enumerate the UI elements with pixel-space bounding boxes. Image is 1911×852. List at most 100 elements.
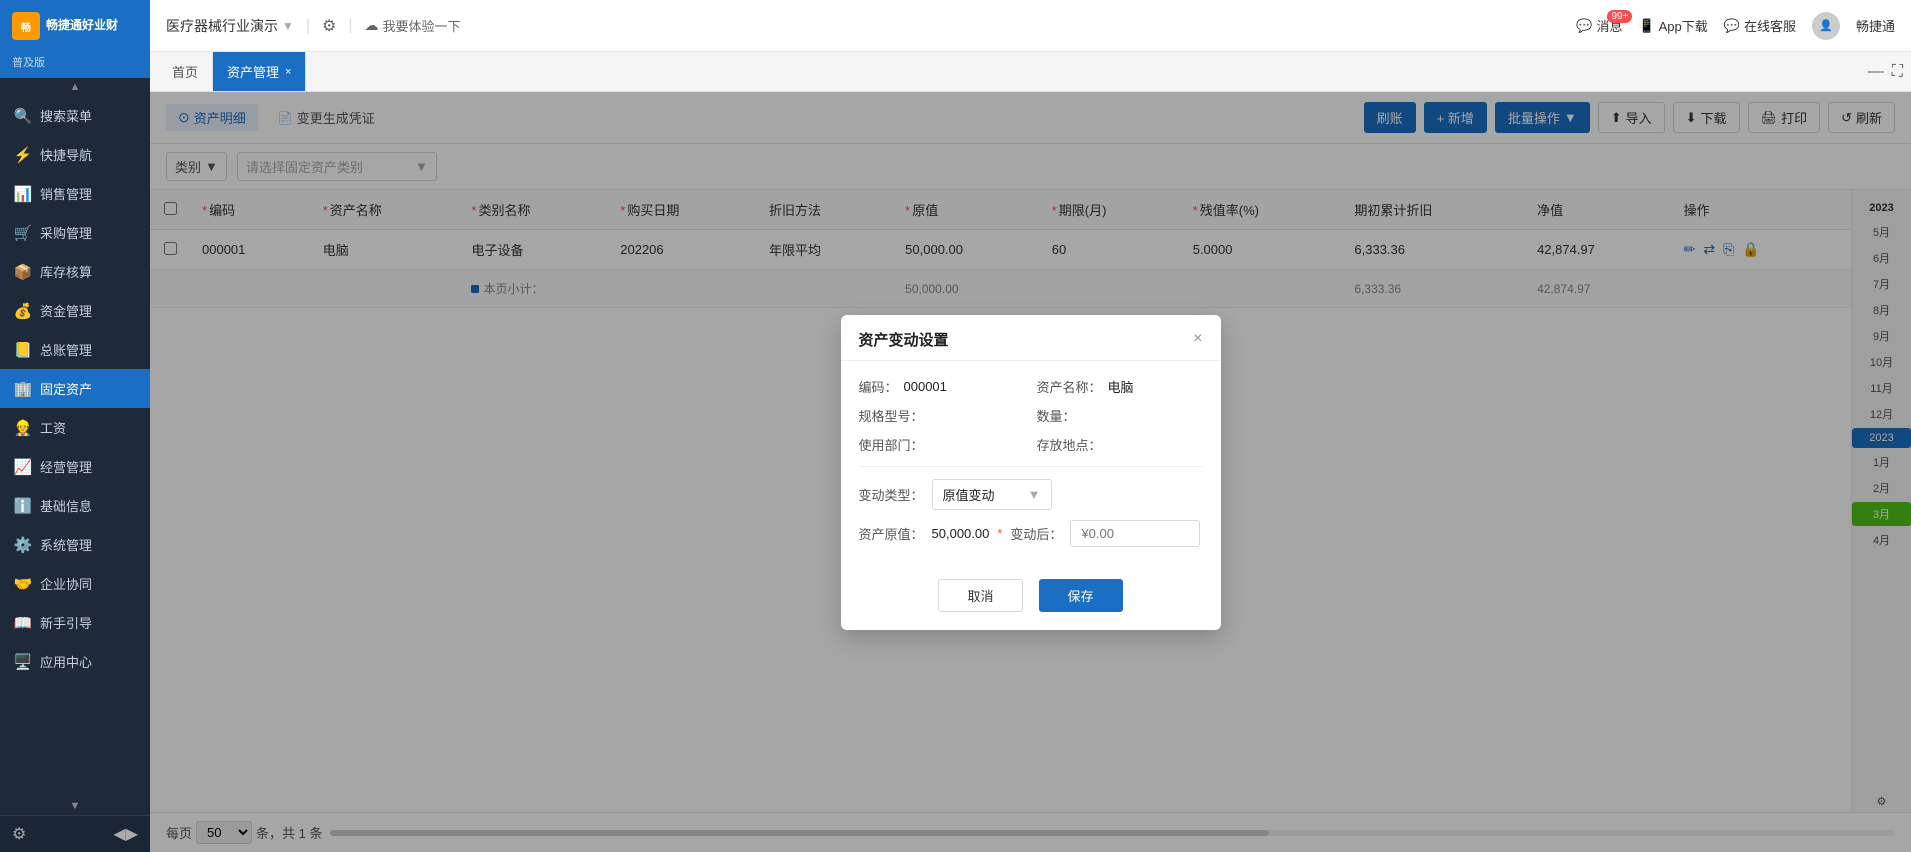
sidebar-item-label: 库存核算: [40, 262, 92, 281]
scroll-up-icon[interactable]: ▲: [70, 81, 81, 93]
tab-active-label: 资产管理: [227, 62, 279, 81]
app-download-btn[interactable]: 📱 App下载: [1638, 16, 1707, 35]
service-icon: 💬: [1724, 18, 1740, 34]
sidebar-item-finance[interactable]: 💰 资金管理: [0, 291, 150, 330]
sidebar-item-ledger[interactable]: 📒 总账管理: [0, 330, 150, 369]
settings-icon[interactable]: ⚙: [12, 824, 26, 844]
scroll-down-icon[interactable]: ▼: [70, 800, 81, 812]
sidebar-item-inventory[interactable]: 📦 库存核算: [0, 252, 150, 291]
asset-change-modal: 资产变动设置 × 编码： 000001 资产名称： 电脑: [841, 315, 1221, 630]
sidebar-item-system[interactable]: ⚙️ 系统管理: [0, 525, 150, 564]
field-spec: 规格型号：: [859, 406, 1025, 425]
field-code: 编码： 000001: [859, 377, 1025, 396]
collapse-icon[interactable]: ◀▶: [113, 824, 138, 844]
separator: |: [306, 17, 310, 35]
experience-label: 我要体验一下: [383, 16, 461, 35]
tab-expand-icon[interactable]: ⛶: [1892, 63, 1903, 81]
sidebar-item-label: 经营管理: [40, 457, 92, 476]
tab-minimize-icon[interactable]: —: [1868, 63, 1884, 81]
sidebar-item-label: 系统管理: [40, 535, 92, 554]
tab-close-icon[interactable]: ×: [285, 66, 291, 78]
company-selector[interactable]: 医疗器械行业演示 ▼: [166, 16, 294, 36]
location-label: 存放地点：: [1037, 435, 1102, 454]
sidebar-item-label: 新手引导: [40, 613, 92, 632]
modal-close-btn[interactable]: ×: [1193, 330, 1202, 348]
sidebar-item-basic-info[interactable]: ℹ️ 基础信息: [0, 486, 150, 525]
cancel-button[interactable]: 取消: [938, 579, 1022, 612]
collab-icon: 🤝: [14, 575, 32, 593]
asset-value-label: 资产原值：: [859, 524, 924, 543]
sidebar-item-guide[interactable]: 📖 新手引导: [0, 603, 150, 642]
topbar-right: 💬 消息 99+ 📱 App下载 💬 在线客服 👤 畅捷通: [1576, 12, 1895, 40]
sidebar-item-label: 总账管理: [40, 340, 92, 359]
tab-asset-management[interactable]: 资产管理 ×: [213, 52, 306, 91]
sidebar-item-operations[interactable]: 📈 经营管理: [0, 447, 150, 486]
sidebar-item-label: 基础信息: [40, 496, 92, 515]
sidebar-item-apps[interactable]: 🖥️ 应用中心: [0, 642, 150, 681]
modal-header: 资产变动设置 ×: [841, 315, 1221, 361]
after-change-label: 变动后：: [1010, 524, 1062, 543]
search-icon: 🔍: [14, 107, 32, 125]
save-button[interactable]: 保存: [1039, 579, 1123, 612]
modal-row-1: 编码： 000001 资产名称： 电脑: [859, 377, 1203, 396]
online-service-btn[interactable]: 💬 在线客服: [1724, 16, 1796, 35]
field-dept: 使用部门：: [859, 435, 1025, 454]
modal-overlay[interactable]: 资产变动设置 × 编码： 000001 资产名称： 电脑: [150, 92, 1911, 852]
content-area: ⊙ 资产明细 📄 变更生成凭证 刷账 + 新增 批量操作 ▼: [150, 92, 1911, 852]
separator2: |: [348, 17, 352, 35]
fixed-assets-icon: 🏢: [14, 380, 32, 398]
sidebar-item-label: 搜索菜单: [40, 106, 92, 125]
company-dropdown-icon: ▼: [282, 19, 294, 33]
sidebar-item-quicknav[interactable]: ⚡ 快捷导航: [0, 135, 150, 174]
experience-btn[interactable]: ☁ 我要体验一下: [365, 16, 461, 35]
change-type-row: 变动类型： 原值变动 ▼: [859, 479, 1203, 510]
user-avatar[interactable]: 👤: [1812, 12, 1840, 40]
sidebar-item-fixed-assets[interactable]: 🏢 固定资产: [0, 369, 150, 408]
field-quantity: 数量：: [1037, 406, 1203, 425]
cloud-icon: ☁: [365, 17, 379, 34]
modal-row-2: 规格型号： 数量：: [859, 406, 1203, 425]
sidebar-item-label: 资金管理: [40, 301, 92, 320]
sidebar-item-label: 销售管理: [40, 184, 92, 203]
change-type-label: 变动类型：: [859, 485, 924, 504]
finance-icon: 💰: [14, 302, 32, 320]
sidebar-item-label: 快捷导航: [40, 145, 92, 164]
sidebar-item-label: 固定资产: [40, 379, 92, 398]
sidebar-item-sales[interactable]: 📊 销售管理: [0, 174, 150, 213]
modal-row-3: 使用部门： 存放地点：: [859, 435, 1203, 454]
settings-icon[interactable]: ⚙: [322, 16, 336, 36]
company-name: 医疗器械行业演示: [166, 16, 278, 36]
field-location: 存放地点：: [1037, 435, 1203, 454]
tab-home[interactable]: 首页: [158, 52, 213, 91]
after-change-input[interactable]: [1070, 520, 1200, 547]
cancel-label: 取消: [967, 589, 993, 604]
change-type-dropdown-icon: ▼: [1028, 487, 1041, 502]
app-header: 畅 畅捷通好业财: [0, 0, 150, 52]
sidebar-item-search[interactable]: 🔍 搜索菜单: [0, 96, 150, 135]
message-icon: 💬: [1576, 18, 1592, 34]
topbar: 医疗器械行业演示 ▼ | ⚙ | ☁ 我要体验一下 💬 消息 99+ 📱 App…: [150, 0, 1911, 52]
sidebar-item-salary[interactable]: 👷 工资: [0, 408, 150, 447]
spec-label: 规格型号：: [859, 406, 924, 425]
modal-footer: 取消 保存: [841, 567, 1221, 630]
change-type-select[interactable]: 原值变动 ▼: [932, 479, 1052, 510]
operations-icon: 📈: [14, 458, 32, 476]
sidebar-item-collab[interactable]: 🤝 企业协同: [0, 564, 150, 603]
app-edition: 普及版: [0, 52, 150, 78]
field-name: 资产名称： 电脑: [1037, 377, 1203, 396]
tabs-bar: 首页 资产管理 × — ⛶: [150, 52, 1911, 92]
code-value: 000001: [904, 379, 947, 394]
app-name: 畅捷通好业财: [46, 18, 118, 34]
main-area: 医疗器械行业演示 ▼ | ⚙ | ☁ 我要体验一下 💬 消息 99+ 📱 App…: [150, 0, 1911, 852]
username[interactable]: 畅捷通: [1856, 16, 1895, 35]
system-icon: ⚙️: [14, 536, 32, 554]
messages-btn[interactable]: 💬 消息 99+: [1576, 16, 1622, 35]
app-logo: 畅: [12, 12, 40, 40]
sidebar: 畅 畅捷通好业财 普及版 ▲ 🔍 搜索菜单 ⚡ 快捷导航 📊 销售管理 🛒 采购…: [0, 0, 150, 852]
sidebar-item-purchase[interactable]: 🛒 采购管理: [0, 213, 150, 252]
sidebar-item-label: 企业协同: [40, 574, 92, 593]
sidebar-item-label: 采购管理: [40, 223, 92, 242]
sidebar-item-label: 应用中心: [40, 652, 92, 671]
tab-home-label: 首页: [172, 62, 198, 81]
app-download-label: App下载: [1659, 16, 1708, 35]
